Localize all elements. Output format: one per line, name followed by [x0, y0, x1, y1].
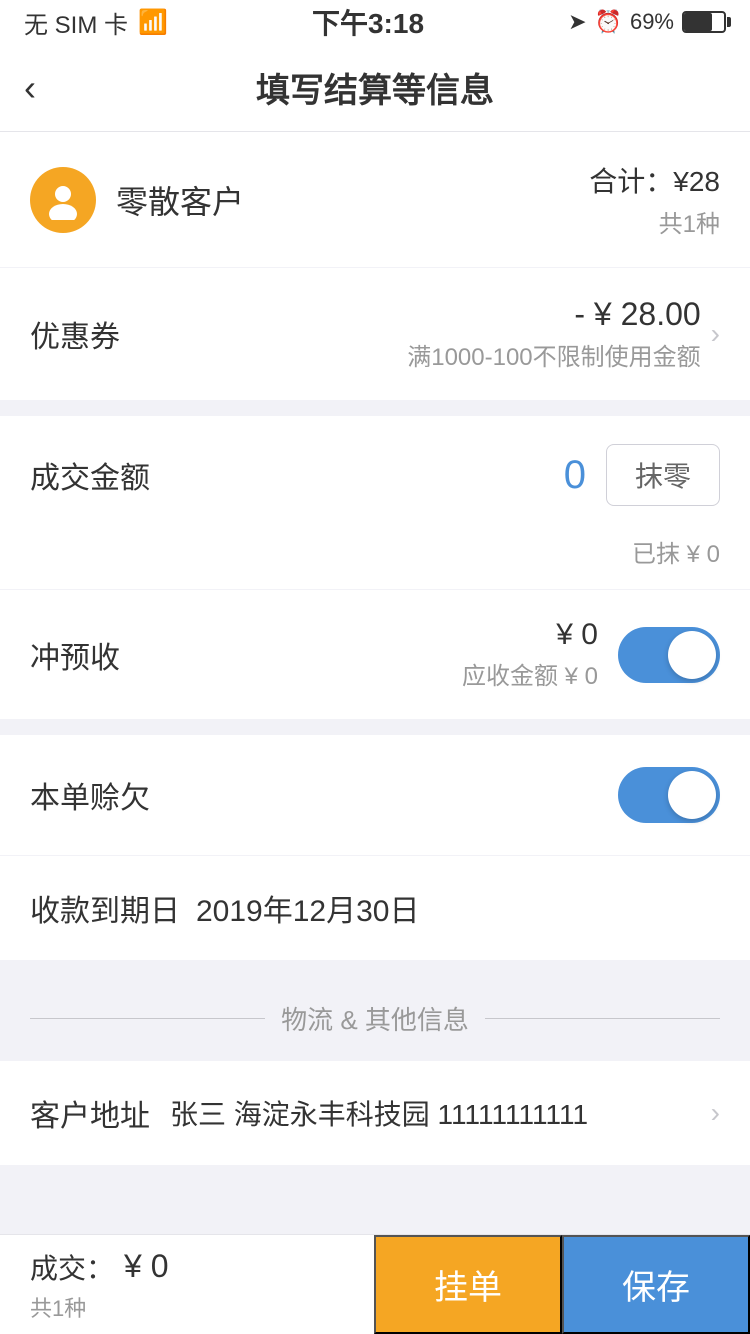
carrier-label: 无 SIM 卡 [24, 5, 128, 40]
prereceipt-amounts: ¥ 0 应收金额 ¥ 0 [462, 618, 598, 691]
total-count: 共1种 [589, 204, 720, 239]
prereceipt-toggle[interactable] [618, 627, 720, 683]
deal-amount-right: 0 抹零 [556, 444, 720, 506]
debit-label: 本单赊欠 [30, 773, 150, 817]
avatar [30, 167, 96, 233]
chevron-right-icon: › [711, 318, 720, 350]
customer-right: 合计：¥28 共1种 [589, 160, 720, 239]
coupon-right: - ¥ 28.00 满1000-100不限制使用金额 › [407, 296, 720, 372]
coupon-label: 优惠券 [30, 312, 120, 356]
bottom-bar: 成交： ¥ 0 共1种 挂单 保存 [0, 1234, 750, 1334]
customer-row: 零散客户 合计：¥28 共1种 [0, 132, 750, 267]
round-zero-button[interactable]: 抹零 [606, 444, 720, 506]
deal-amount-row: 成交金额 0 抹零 [0, 416, 750, 534]
logistics-divider: 物流 & 其他信息 [0, 976, 750, 1061]
back-button[interactable]: ‹ [24, 67, 36, 109]
page-title: 填写结算等信息 [256, 63, 494, 112]
address-label: 客户地址 [30, 1091, 150, 1135]
bottom-deal-row: 成交： ¥ 0 [30, 1247, 344, 1287]
coupon-desc: 满1000-100不限制使用金额 [407, 337, 700, 372]
debit-section: 本单赊欠 收款到期日 2019年12月30日 [0, 735, 750, 960]
divider-line-left [30, 1018, 265, 1019]
due-date-value: 2019年12月30日 [196, 886, 419, 930]
toggle-thumb [668, 631, 716, 679]
debit-toggle[interactable] [618, 767, 720, 823]
total-label: 合计：¥28 [589, 160, 720, 200]
transaction-section: 成交金额 0 抹零 已抹 ¥ 0 冲预收 ¥ 0 应收金额 ¥ 0 [0, 416, 750, 719]
debit-row: 本单赊欠 [0, 735, 750, 855]
bottom-count: 共1种 [30, 1291, 344, 1323]
debit-toggle-thumb [668, 771, 716, 819]
logistics-label: 物流 & 其他信息 [281, 1000, 469, 1037]
prereceipt-label: 冲预收 [30, 633, 120, 677]
address-row[interactable]: 客户地址 张三 海淀永丰科技园 11111111111 › [0, 1061, 750, 1165]
coupon-info: - ¥ 28.00 满1000-100不限制使用金额 [407, 296, 700, 372]
time-label: 下午3:18 [312, 2, 424, 42]
prereceipt-sub: 应收金额 ¥ 0 [462, 656, 598, 691]
customer-name: 零散客户 [116, 177, 244, 223]
coupon-amount: - ¥ 28.00 [407, 296, 700, 333]
battery-label: 69% [630, 9, 674, 35]
address-chevron-icon: › [711, 1097, 720, 1129]
deal-amount-value[interactable]: 0 [556, 453, 586, 498]
already-zeroed-label: 已抹 ¥ 0 [0, 534, 750, 589]
customer-section: 零散客户 合计：¥28 共1种 [0, 132, 750, 267]
coupon-row[interactable]: 优惠券 - ¥ 28.00 满1000-100不限制使用金额 › [0, 267, 750, 400]
deal-amount-label: 成交金额 [30, 453, 150, 497]
bottom-deal-amount: ¥ 0 [124, 1248, 168, 1285]
due-date-row: 收款到期日 2019年12月30日 [0, 855, 750, 960]
pending-button[interactable]: 挂单 [374, 1235, 562, 1334]
logistics-divider-section: 物流 & 其他信息 [0, 976, 750, 1061]
address-section[interactable]: 客户地址 张三 海淀永丰科技园 11111111111 › [0, 1061, 750, 1165]
battery-icon [682, 11, 726, 33]
prereceipt-main: ¥ 0 [462, 618, 598, 652]
address-value: 张三 海淀永丰科技园 11111111111 [170, 1093, 711, 1133]
save-button[interactable]: 保存 [562, 1235, 750, 1334]
status-right: ➤ ⏰ 69% [568, 9, 726, 35]
customer-left: 零散客户 [30, 167, 244, 233]
coupon-section[interactable]: 优惠券 - ¥ 28.00 满1000-100不限制使用金额 › [0, 267, 750, 400]
status-left: 无 SIM 卡 📶 [24, 5, 168, 40]
bottom-summary: 成交： ¥ 0 共1种 [0, 1235, 374, 1334]
location-icon: ➤ [568, 9, 586, 35]
back-icon: ‹ [24, 67, 36, 108]
bottom-deal-label: 成交： [30, 1247, 114, 1287]
due-date-label: 收款到期日 [30, 886, 180, 930]
prereceipt-row: 冲预收 ¥ 0 应收金额 ¥ 0 [0, 589, 750, 719]
nav-bar: ‹ 填写结算等信息 [0, 44, 750, 132]
alarm-icon: ⏰ [595, 9, 622, 35]
status-bar: 无 SIM 卡 📶 下午3:18 ➤ ⏰ 69% [0, 0, 750, 44]
prereceipt-right: ¥ 0 应收金额 ¥ 0 [462, 618, 720, 691]
divider-line-right [485, 1018, 720, 1019]
wifi-icon: 📶 [138, 8, 168, 37]
